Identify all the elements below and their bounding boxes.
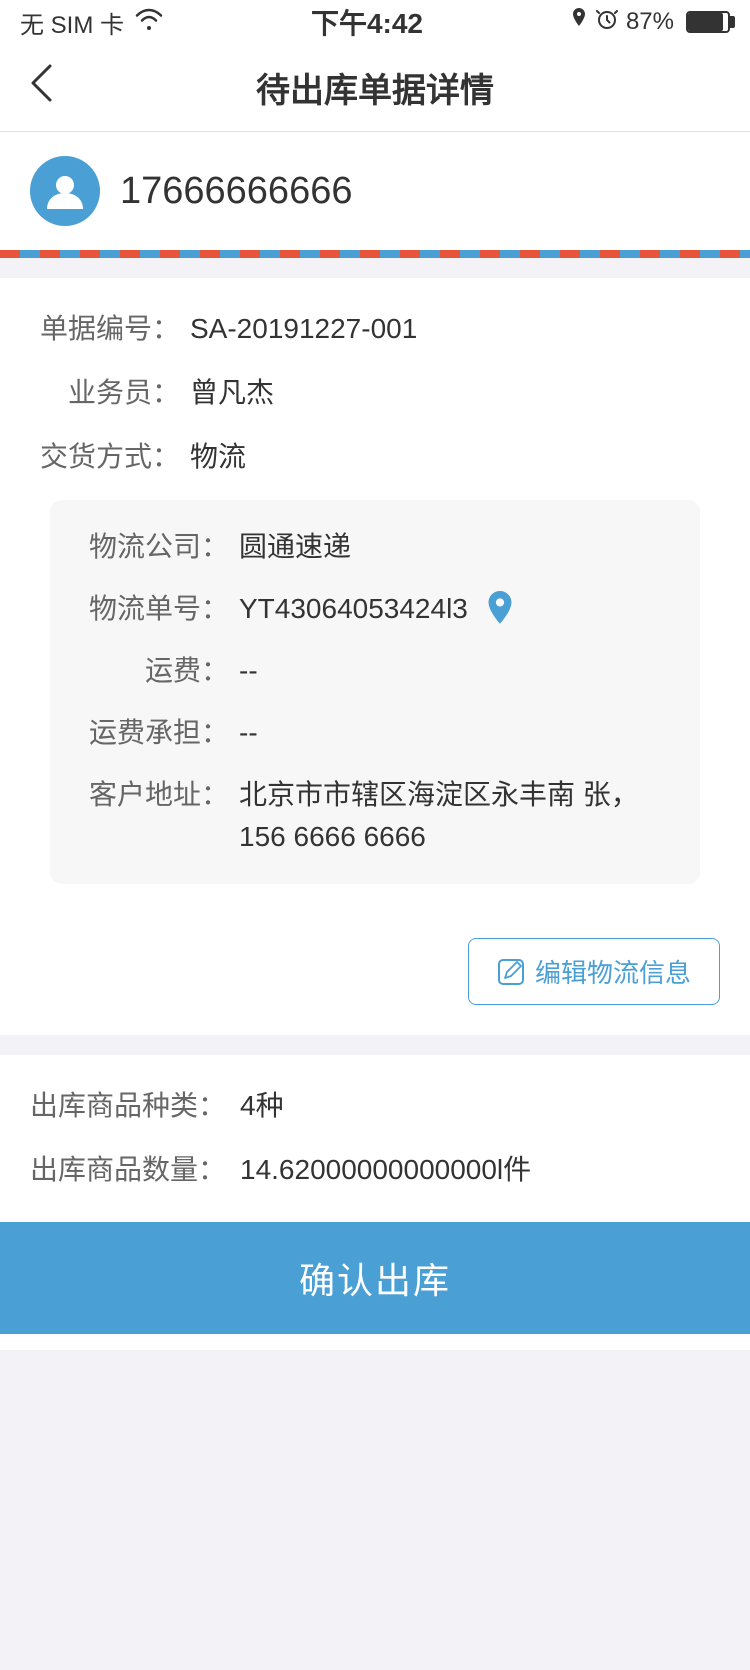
edit-icon	[497, 958, 525, 986]
confirm-button[interactable]: 确认出库	[299, 1252, 451, 1304]
goods-type-value: 4种	[240, 1085, 284, 1127]
address-row: 客户地址： 北京市市辖区海淀区永丰南 张，156 6666 6666	[74, 774, 676, 858]
goods-quantity-row: 出库商品数量： 14.62000000000000l件	[30, 1149, 720, 1191]
edit-logistics-row: 编辑物流信息	[0, 914, 750, 1035]
battery-text: 87%	[626, 8, 674, 36]
tracking-row: 物流单号： YT43064053424l3	[74, 588, 676, 630]
logistics-company-label: 物流公司：	[74, 526, 229, 568]
status-right: 87%	[570, 8, 730, 37]
salesman-row: 业务员： 曾凡杰	[30, 372, 720, 414]
goods-quantity-value: 14.62000000000000l件	[240, 1149, 531, 1191]
customer-card: 17666666666	[0, 132, 750, 250]
order-no-row: 单据编号： SA-20191227-001	[30, 308, 720, 350]
freight-label: 运费：	[74, 650, 229, 692]
freight-value: --	[239, 650, 676, 692]
tracking-label: 物流单号：	[74, 588, 229, 630]
page-title: 待出库单据详情	[256, 63, 494, 112]
freight-bearer-value: --	[239, 712, 676, 754]
goods-section: 出库商品种类： 4种 出库商品数量： 14.62000000000000l件	[0, 1055, 750, 1243]
delivery-label: 交货方式：	[30, 436, 180, 478]
goods-type-label: 出库商品种类：	[30, 1085, 230, 1127]
freight-bearer-label: 运费承担：	[74, 712, 229, 754]
wifi-icon	[134, 8, 164, 37]
location-status-icon	[570, 8, 588, 37]
goods-quantity-label: 出库商品数量：	[30, 1149, 230, 1191]
salesman-label: 业务员：	[30, 372, 180, 414]
delivery-row: 交货方式： 物流	[30, 436, 720, 478]
status-time: 下午4:42	[311, 2, 423, 42]
status-left: 无 SIM 卡	[20, 5, 164, 40]
goods-type-row: 出库商品种类： 4种	[30, 1085, 720, 1127]
battery-icon	[686, 11, 730, 33]
salesman-value: 曾凡杰	[190, 372, 720, 414]
order-no-value: SA-20191227-001	[190, 308, 720, 350]
tracking-location-icon[interactable]	[482, 591, 518, 627]
carrier-text: 无 SIM 卡	[20, 5, 124, 40]
delivery-value: 物流	[190, 436, 720, 478]
logistics-company-value: 圆通速递	[239, 526, 676, 568]
customer-phone: 17666666666	[120, 170, 352, 213]
nav-bar: 待出库单据详情	[0, 44, 750, 132]
logistics-card: 物流公司： 圆通速递 物流单号： YT43064053424l3 运费： -- …	[50, 500, 700, 884]
tracking-value: YT43064053424l3	[239, 588, 676, 630]
logistics-company-row: 物流公司： 圆通速递	[74, 526, 676, 568]
freight-row: 运费： --	[74, 650, 676, 692]
edit-logistics-button[interactable]: 编辑物流信息	[468, 938, 720, 1005]
alarm-icon	[596, 8, 618, 37]
address-label: 客户地址：	[74, 774, 229, 816]
status-bar: 无 SIM 卡 下午4:42 87%	[0, 0, 750, 44]
order-no-label: 单据编号：	[30, 308, 180, 350]
freight-bearer-row: 运费承担： --	[74, 712, 676, 754]
avatar	[30, 156, 100, 226]
confirm-btn-container: 确认出库	[0, 1222, 750, 1334]
address-value: 北京市市辖区海淀区永丰南 张，156 6666 6666	[239, 774, 676, 858]
order-info-section: 单据编号： SA-20191227-001 业务员： 曾凡杰 交货方式： 物流 …	[0, 278, 750, 914]
section-divider	[0, 1035, 750, 1055]
back-button[interactable]	[30, 64, 52, 112]
dashed-divider	[0, 250, 750, 258]
page-spacer	[0, 1350, 750, 1550]
